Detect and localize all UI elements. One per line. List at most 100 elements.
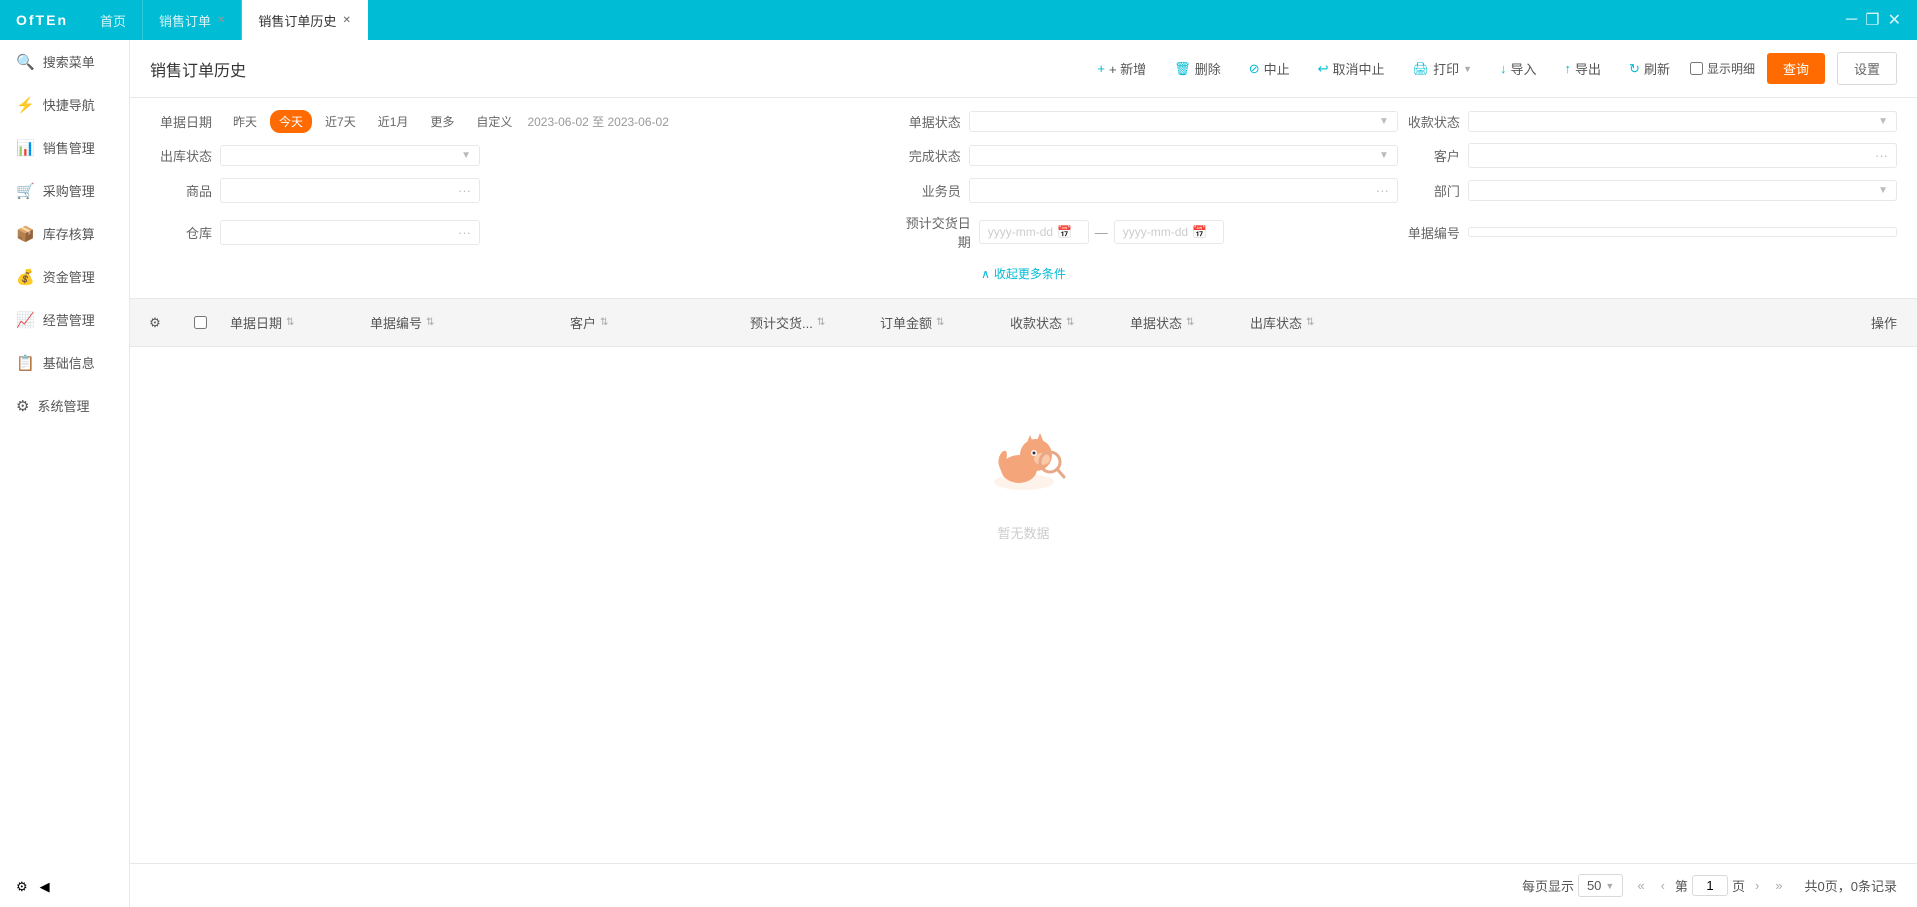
pill-more[interactable]: 更多 xyxy=(421,110,463,133)
new-label: + 新增 xyxy=(1109,59,1146,78)
pill-custom[interactable]: 自定义 xyxy=(467,110,521,133)
basic-info-icon: 📋 xyxy=(16,354,35,372)
stop-label: 中止 xyxy=(1264,59,1290,78)
close-button[interactable]: ✕ xyxy=(1888,10,1901,30)
doc-status-select[interactable]: ▼ xyxy=(969,111,1398,132)
prev-page-button[interactable]: ‹ xyxy=(1655,876,1671,895)
delivery-date-to[interactable]: yyyy-mm-dd 📅 xyxy=(1114,220,1224,244)
display-detail-checkbox[interactable]: 显示明细 xyxy=(1690,60,1755,77)
th-customer[interactable]: 客户 ⇅ xyxy=(560,307,740,338)
tab-sales-order-history-close[interactable]: ✕ xyxy=(342,15,350,26)
th-receipt[interactable]: 收款状态 ⇅ xyxy=(1000,307,1120,338)
settings-icon[interactable]: ⚙ xyxy=(16,879,28,895)
delete-button[interactable]: 🗑 删除 xyxy=(1166,55,1229,82)
tab-home[interactable]: 首页 xyxy=(84,0,143,40)
display-detail-label: 显示明细 xyxy=(1707,60,1755,77)
page-title: 销售订单历史 xyxy=(150,57,246,81)
system-icon: ⚙ xyxy=(16,397,29,415)
delete-label: 删除 xyxy=(1195,59,1221,78)
sidebar-item-basic-info[interactable]: 📋 基础信息 xyxy=(0,341,129,384)
sidebar-item-system[interactable]: ⚙ 系统管理 xyxy=(0,384,129,427)
warehouse-input[interactable]: ··· xyxy=(220,220,480,245)
page-size-selector: 每页显示 50 ▼ xyxy=(1522,874,1623,897)
th-amount[interactable]: 订单金额 ⇅ xyxy=(870,307,1000,338)
inventory-icon: 📦 xyxy=(16,225,35,243)
sidebar-item-operations[interactable]: 📈 经营管理 xyxy=(0,298,129,341)
delivery-date-label: 预计交货日期 xyxy=(899,213,979,251)
dept-select[interactable]: ▼ xyxy=(1468,180,1897,201)
sidebar-item-search[interactable]: 🔍 搜索菜单 xyxy=(0,40,129,83)
goods-dots: ··· xyxy=(458,183,471,198)
sidebar-item-purchase[interactable]: 🛒 采购管理 xyxy=(0,169,129,212)
operations-icon: 📈 xyxy=(16,311,35,329)
tab-sales-order-history[interactable]: 销售订单历史 ✕ xyxy=(242,0,367,40)
sidebar-item-finance[interactable]: 💰 资金管理 xyxy=(0,255,129,298)
tab-sales-order[interactable]: 销售订单 ✕ xyxy=(143,0,242,40)
query-button[interactable]: 查询 xyxy=(1767,53,1825,84)
footer-pagination: 每页显示 50 ▼ « ‹ 第 1 页 › » 共0页，0条记录 xyxy=(130,863,1917,907)
pill-7days[interactable]: 近7天 xyxy=(316,110,365,133)
go-to-label: 第 xyxy=(1675,876,1688,895)
outbound-label: 出库状态 xyxy=(150,146,220,165)
sort-delivery-icon: ⇅ xyxy=(817,317,825,328)
salesman-input[interactable]: ··· xyxy=(969,178,1398,203)
page-title-bar: 销售订单历史 + + 新增 🗑 删除 ⊘ 中止 ↩ 取消中止 xyxy=(130,40,1917,98)
collapse-bar[interactable]: ∧ 收起更多条件 xyxy=(150,261,1897,286)
th-outbound[interactable]: 出库状态 ⇅ xyxy=(1240,307,1360,338)
receipt-status-select[interactable]: ▼ xyxy=(1468,111,1897,132)
salesman-dots: ··· xyxy=(1376,183,1389,198)
sidebar-item-inventory[interactable]: 📦 库存核算 xyxy=(0,212,129,255)
refresh-button[interactable]: ↻ 刷新 xyxy=(1621,55,1678,82)
restore-button[interactable]: ❐ xyxy=(1865,10,1879,30)
stop-button[interactable]: ⊘ 中止 xyxy=(1241,55,1298,82)
sidebar-item-sales[interactable]: 📊 销售管理 xyxy=(0,126,129,169)
new-button[interactable]: + + 新增 xyxy=(1089,55,1154,82)
last-page-button[interactable]: » xyxy=(1769,876,1788,895)
th-delivery[interactable]: 预计交货... ⇅ xyxy=(740,307,870,338)
pill-yesterday[interactable]: 昨天 xyxy=(224,110,266,133)
calendar-to-icon: 📅 xyxy=(1192,225,1207,239)
customer-input[interactable]: ··· xyxy=(1468,143,1897,168)
dept-label: 部门 xyxy=(1398,181,1468,200)
setting-button[interactable]: 设置 xyxy=(1837,52,1897,85)
page-word: 页 xyxy=(1732,876,1745,895)
sidebar-item-quick-nav[interactable]: ⚡ 快捷导航 xyxy=(0,83,129,126)
per-page-select[interactable]: 50 ▼ xyxy=(1578,874,1623,897)
doc-number-input[interactable] xyxy=(1468,227,1897,237)
export-icon: ↑ xyxy=(1565,61,1572,76)
page-total-text: 共0页，0条记录 xyxy=(1805,876,1897,895)
delivery-date-from[interactable]: yyyy-mm-dd 📅 xyxy=(979,220,1089,244)
pill-1month[interactable]: 近1月 xyxy=(369,110,418,133)
export-button[interactable]: ↑ 导出 xyxy=(1557,55,1610,82)
page-number-input[interactable]: 1 xyxy=(1692,875,1728,896)
first-page-button[interactable]: « xyxy=(1631,876,1650,895)
sidebar-item-search-label: 搜索菜单 xyxy=(43,52,95,71)
cancel-stop-button[interactable]: ↩ 取消中止 xyxy=(1310,55,1393,82)
minimize-button[interactable]: ─ xyxy=(1846,11,1857,29)
receipt-status-label: 收款状态 xyxy=(1398,112,1468,131)
collapse-text: 收起更多条件 xyxy=(994,265,1066,282)
goods-input[interactable]: ··· xyxy=(220,178,480,203)
select-all-checkbox[interactable] xyxy=(194,316,207,329)
tab-home-label: 首页 xyxy=(100,11,126,30)
th-date[interactable]: 单据日期 ⇅ xyxy=(220,307,360,338)
sort-amount-icon: ⇅ xyxy=(936,317,944,328)
import-button[interactable]: ↓ 导入 xyxy=(1492,55,1545,82)
pill-today[interactable]: 今天 xyxy=(270,110,312,133)
complete-select[interactable]: ▼ xyxy=(969,145,1398,166)
print-button[interactable]: 🖨 打印 ▼ xyxy=(1405,55,1480,82)
next-page-button[interactable]: › xyxy=(1749,876,1765,895)
warehouse-dots: ··· xyxy=(458,225,471,240)
date-label: 单据日期 xyxy=(150,112,220,131)
collapse-sidebar-icon[interactable]: ◀ xyxy=(40,879,50,895)
th-number[interactable]: 单据编号 ⇅ xyxy=(360,307,560,338)
th-settings[interactable]: ⚙ xyxy=(130,309,180,337)
tab-sales-order-close[interactable]: ✕ xyxy=(217,15,225,26)
display-detail-input[interactable] xyxy=(1690,62,1703,75)
th-checkbox[interactable] xyxy=(180,310,220,335)
table-header: ⚙ 单据日期 ⇅ 单据编号 ⇅ 客户 ⇅ 预计交货... xyxy=(130,299,1917,347)
main-layout: 🔍 搜索菜单 ⚡ 快捷导航 📊 销售管理 🛒 采购管理 📦 库存核算 💰 资金管… xyxy=(0,40,1917,907)
doc-number-label: 单据编号 xyxy=(1398,223,1468,242)
th-status[interactable]: 单据状态 ⇅ xyxy=(1120,307,1240,338)
outbound-select[interactable]: ▼ xyxy=(220,145,480,166)
